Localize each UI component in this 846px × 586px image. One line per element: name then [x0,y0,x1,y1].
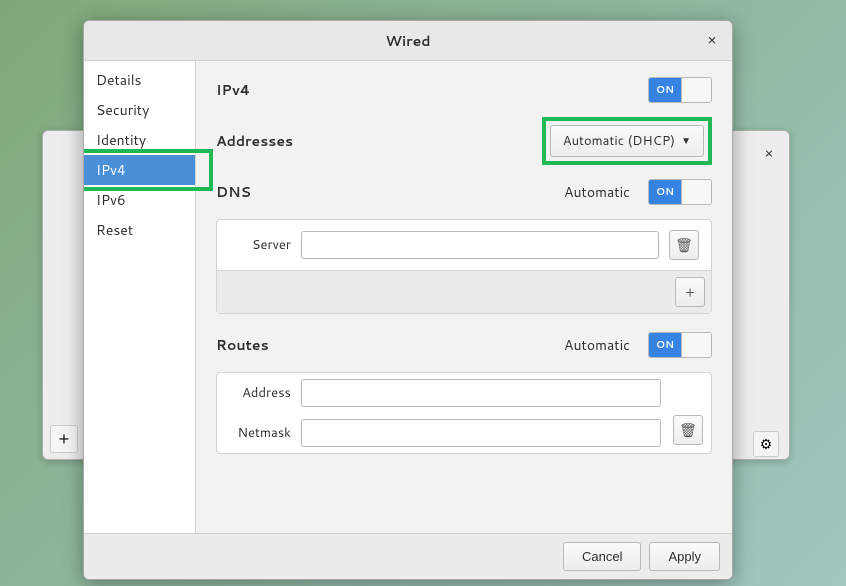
route-netmask-label: Netmask [229,424,291,442]
sidebar-item-label: IPv4 [96,160,126,180]
network-settings-dialog: Wired × Details Security Identity IPv4 I… [83,20,733,580]
highlight-marker: Automatic (DHCP) ▼ [542,117,712,165]
dns-server-input[interactable] [301,231,659,259]
bg-settings-icon[interactable]: ⚙ [753,431,779,457]
delete-route-button[interactable]: 🗑 [673,415,703,445]
routes-panel: Address Netmask 🗑 [216,372,712,454]
sidebar-item-ipv6[interactable]: IPv6 [84,185,195,215]
sidebar-item-ipv4[interactable]: IPv4 [84,155,195,185]
routes-label: Routes [216,335,269,355]
close-button[interactable]: × [702,31,722,51]
ipv4-heading: IPv4 [216,80,250,100]
sidebar-item-reset[interactable]: Reset [84,215,195,245]
trash-icon: 🗑 [679,420,697,440]
addresses-mode-dropdown[interactable]: Automatic (DHCP) ▼ [550,125,704,157]
toggle-on-label: ON [649,333,681,357]
dns-label: DNS [216,182,251,202]
sidebar-item-details[interactable]: Details [84,65,195,95]
sidebar-item-label: Details [96,70,142,90]
dialog-title: Wired [386,31,431,51]
trash-icon: 🗑 [675,235,693,255]
sidebar-item-label: Reset [96,220,133,240]
toggle-knob [681,333,711,357]
sidebar-item-identity[interactable]: Identity [84,125,195,155]
toggle-knob [681,180,711,204]
sidebar: Details Security Identity IPv4 IPv6 Rese… [84,61,196,533]
sidebar-item-label: Security [96,100,149,120]
cancel-button[interactable]: Cancel [563,542,641,571]
dropdown-label: Automatic (DHCP) [563,132,675,150]
route-address-label: Address [229,384,291,402]
bg-add-button[interactable]: + [50,425,78,453]
server-field-label: Server [229,236,291,254]
sidebar-item-security[interactable]: Security [84,95,195,125]
bg-close-icon[interactable]: × [757,141,781,165]
dns-automatic-label: Automatic [564,182,630,202]
dialog-footer: Cancel Apply [84,533,732,579]
apply-button[interactable]: Apply [649,542,720,571]
sidebar-item-label: Identity [96,130,146,150]
toggle-on-label: ON [649,180,681,204]
routes-automatic-label: Automatic [564,335,630,355]
routes-automatic-toggle[interactable]: ON [648,332,712,358]
ipv4-toggle[interactable]: ON [648,77,712,103]
dns-servers-panel: Server 🗑 + [216,219,712,314]
addresses-label: Addresses [216,131,293,151]
toggle-on-label: ON [649,78,681,102]
route-netmask-input[interactable] [301,419,661,447]
plus-icon: + [685,282,695,302]
dns-automatic-toggle[interactable]: ON [648,179,712,205]
chevron-down-icon: ▼ [681,134,691,148]
delete-server-button[interactable]: 🗑 [669,230,699,260]
content-pane: IPv4 ON Addresses Automatic (DHCP) ▼ DNS [196,61,732,533]
toggle-knob [681,78,711,102]
sidebar-item-label: IPv6 [96,190,126,210]
add-server-button[interactable]: + [675,277,705,307]
titlebar: Wired × [84,21,732,61]
route-address-input[interactable] [301,379,661,407]
